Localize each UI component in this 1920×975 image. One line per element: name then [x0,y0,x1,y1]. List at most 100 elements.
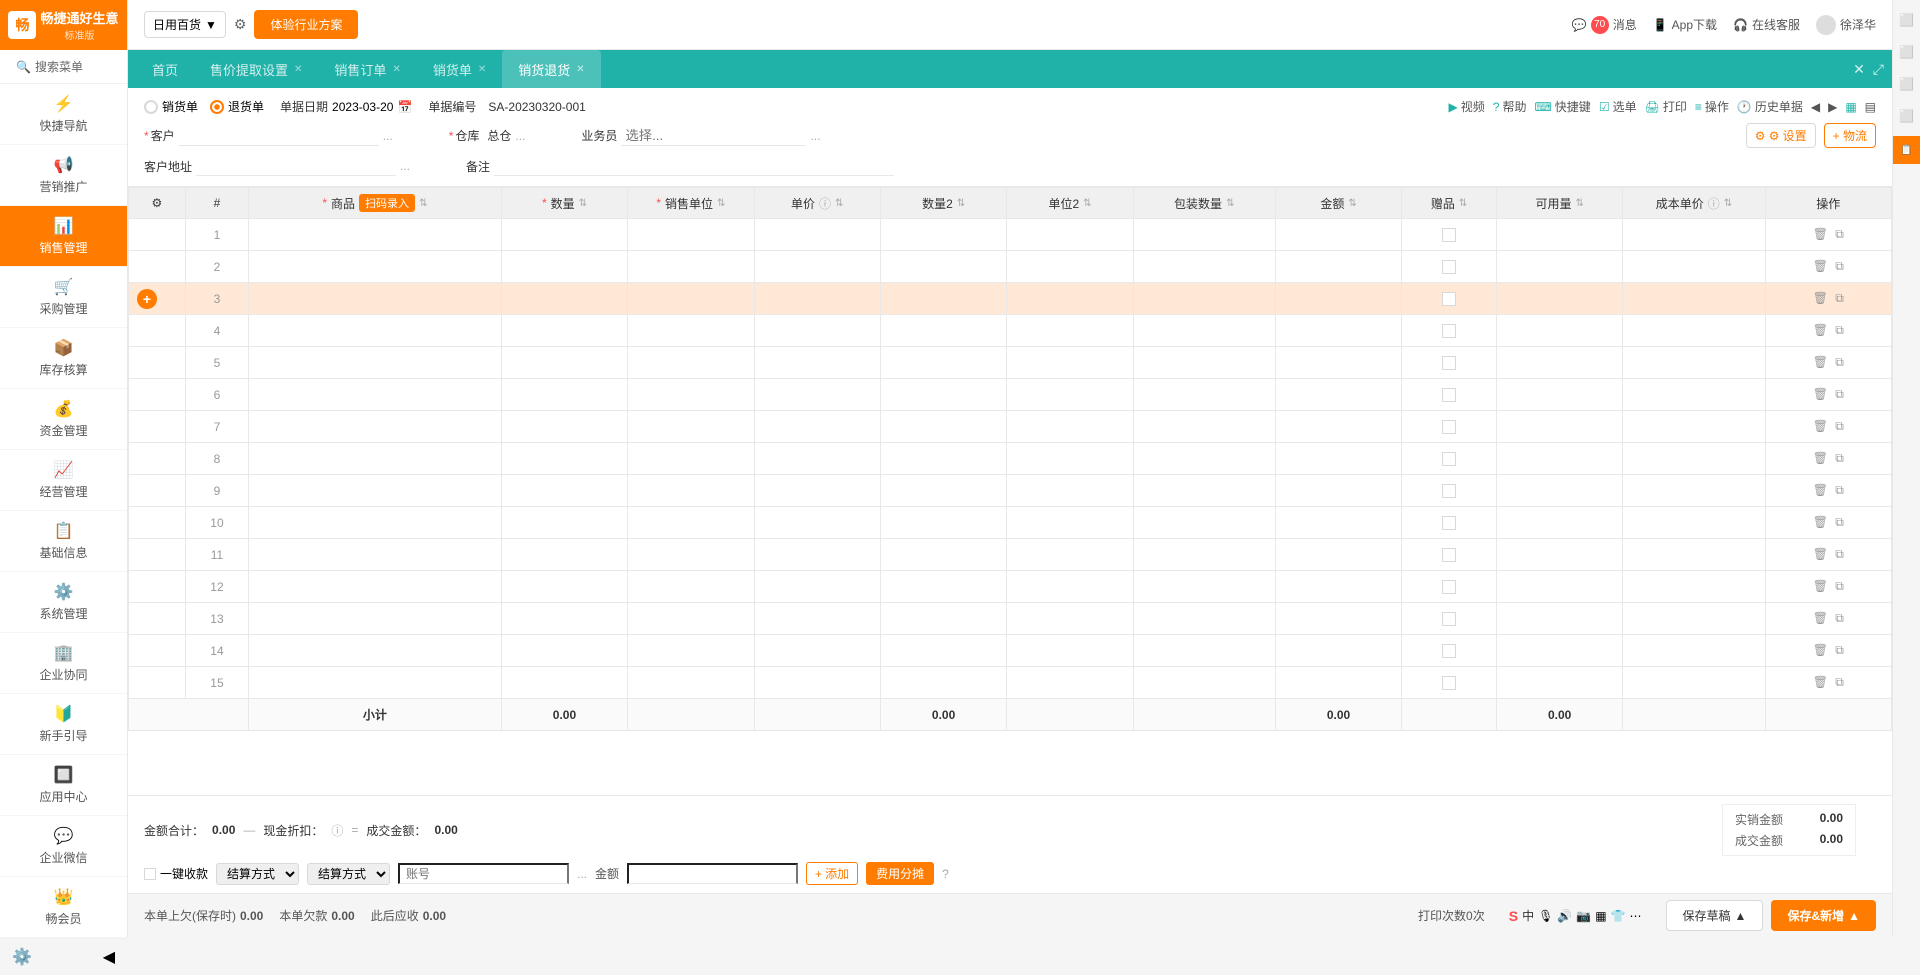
row-amount-1[interactable] [1275,219,1401,251]
row-pkgqty-10[interactable] [1133,507,1275,539]
right-tool-1[interactable]: ⬜ [1895,8,1919,32]
row-avail-5[interactable] [1497,347,1623,379]
row-amount-7[interactable] [1275,411,1401,443]
gift-checkbox-5[interactable] [1410,356,1488,370]
row-unit2-12[interactable] [1007,571,1133,603]
row-settings-11[interactable] [129,539,186,571]
tab-sales-return[interactable]: 销货退货 ✕ [502,50,600,88]
settings-gear-icon[interactable]: ⚙️ [12,947,32,967]
tab-price-setting[interactable]: 售价提取设置 ✕ [194,50,318,88]
gift-check-14[interactable] [1442,644,1456,658]
scan-btn[interactable]: 扫码录入 [359,194,415,212]
gift-checkbox-1[interactable] [1410,228,1488,242]
row-qty2-7[interactable] [880,411,1006,443]
row-unit-14[interactable] [628,635,754,667]
row-pkgqty-14[interactable] [1133,635,1275,667]
nav-prev-btn[interactable]: ◀ [1811,100,1820,114]
row-gift-14[interactable] [1402,635,1497,667]
row-avail-15[interactable] [1497,667,1623,699]
row-qty-1[interactable] [501,219,627,251]
row-cost-10[interactable] [1623,507,1765,539]
row-copy-1[interactable]: ⧉ [1835,227,1844,241]
address-select-btn[interactable]: ... [400,159,410,173]
row-avail-3[interactable] [1497,283,1623,315]
row-price-13[interactable] [754,603,880,635]
row-product-15[interactable] [249,667,502,699]
row-product-13[interactable] [249,603,502,635]
row-unit-6[interactable] [628,379,754,411]
row-gift-8[interactable] [1402,443,1497,475]
row-cost-1[interactable] [1623,219,1765,251]
row-copy-12[interactable]: ⧉ [1835,579,1844,593]
close-tab-btn[interactable]: ✕ [1853,61,1865,78]
nav-next-btn[interactable]: ▶ [1828,100,1837,114]
row-gift-10[interactable] [1402,507,1497,539]
row-delete-4[interactable]: 🗑 [1813,323,1828,337]
qr-icon[interactable]: ▦ [1595,909,1606,923]
row-settings-7[interactable] [129,411,186,443]
app-download-item[interactable]: 📱 App下载 [1653,16,1717,33]
row-delete-15[interactable]: 🗑 [1813,675,1828,689]
save-new-btn[interactable]: 保存&新增 ▲ [1771,900,1876,931]
trial-btn[interactable]: 体验行业方案 [254,10,358,39]
row-delete-9[interactable]: 🗑 [1813,483,1828,497]
row-pkgqty-4[interactable] [1133,315,1275,347]
row-gift-3[interactable] [1402,283,1497,315]
row-amount-3[interactable] [1275,283,1401,315]
gift-check-3[interactable] [1442,292,1456,306]
sidebar-item-purchase[interactable]: 🛒 采购管理 [0,267,127,328]
row-settings-13[interactable] [129,603,186,635]
gift-check-5[interactable] [1442,356,1456,370]
row-gift-6[interactable] [1402,379,1497,411]
row-cost-6[interactable] [1623,379,1765,411]
gift-check-6[interactable] [1442,388,1456,402]
row-price-4[interactable] [754,315,880,347]
row-qty-4[interactable] [501,315,627,347]
row-pkgqty-3[interactable] [1133,283,1275,315]
row-unit2-4[interactable] [1007,315,1133,347]
radio-return[interactable]: 退货单 [210,98,264,115]
row-settings-4[interactable] [129,315,186,347]
row-product-6[interactable] [249,379,502,411]
row-delete-1[interactable]: 🗑 [1813,227,1828,241]
row-amount-5[interactable] [1275,347,1401,379]
right-tool-3[interactable]: ⬜ [1895,72,1919,96]
add-logistics-btn[interactable]: + 物流 [1824,123,1876,148]
row-copy-4[interactable]: ⧉ [1835,323,1844,337]
row-price-2[interactable] [754,251,880,283]
sidebar-item-wechat[interactable]: 💬 企业微信 [0,816,127,877]
gift-check-11[interactable] [1442,548,1456,562]
sidebar-item-inventory[interactable]: 📦 库存核算 [0,328,127,389]
row-product-2[interactable] [249,251,502,283]
row-copy-3[interactable]: ⧉ [1835,291,1844,305]
gift-checkbox-10[interactable] [1410,516,1488,530]
row-qty2-14[interactable] [880,635,1006,667]
row-amount-11[interactable] [1275,539,1401,571]
user-item[interactable]: 徐泽华 [1816,15,1876,35]
help-btn[interactable]: ? 帮助 [1493,98,1527,115]
gift-check-12[interactable] [1442,580,1456,594]
row-price-6[interactable] [754,379,880,411]
row-qty2-9[interactable] [880,475,1006,507]
row-unit-13[interactable] [628,603,754,635]
row-settings-9[interactable] [129,475,186,507]
save-draft-btn[interactable]: 保存草稿 ▲ [1666,900,1764,931]
row-product-7[interactable] [249,411,502,443]
row-qty-9[interactable] [501,475,627,507]
tab-home[interactable]: 首页 [136,50,194,88]
row-avail-9[interactable] [1497,475,1623,507]
add-item-btn[interactable]: + 添加 [806,862,858,885]
row-product-11[interactable] [249,539,502,571]
row-qty2-6[interactable] [880,379,1006,411]
row-settings-8[interactable] [129,443,186,475]
customer-input[interactable] [179,126,379,146]
sidebar-item-finance[interactable]: 💰 资金管理 [0,389,127,450]
row-amount-2[interactable] [1275,251,1401,283]
row-avail-6[interactable] [1497,379,1623,411]
row-cost-12[interactable] [1623,571,1765,603]
row-cost-11[interactable] [1623,539,1765,571]
sidebar-item-vip[interactable]: 👑 畅会员 [0,877,127,938]
row-unit-1[interactable] [628,219,754,251]
grid-view-btn[interactable]: ▦ [1845,100,1856,114]
row-cost-8[interactable] [1623,443,1765,475]
